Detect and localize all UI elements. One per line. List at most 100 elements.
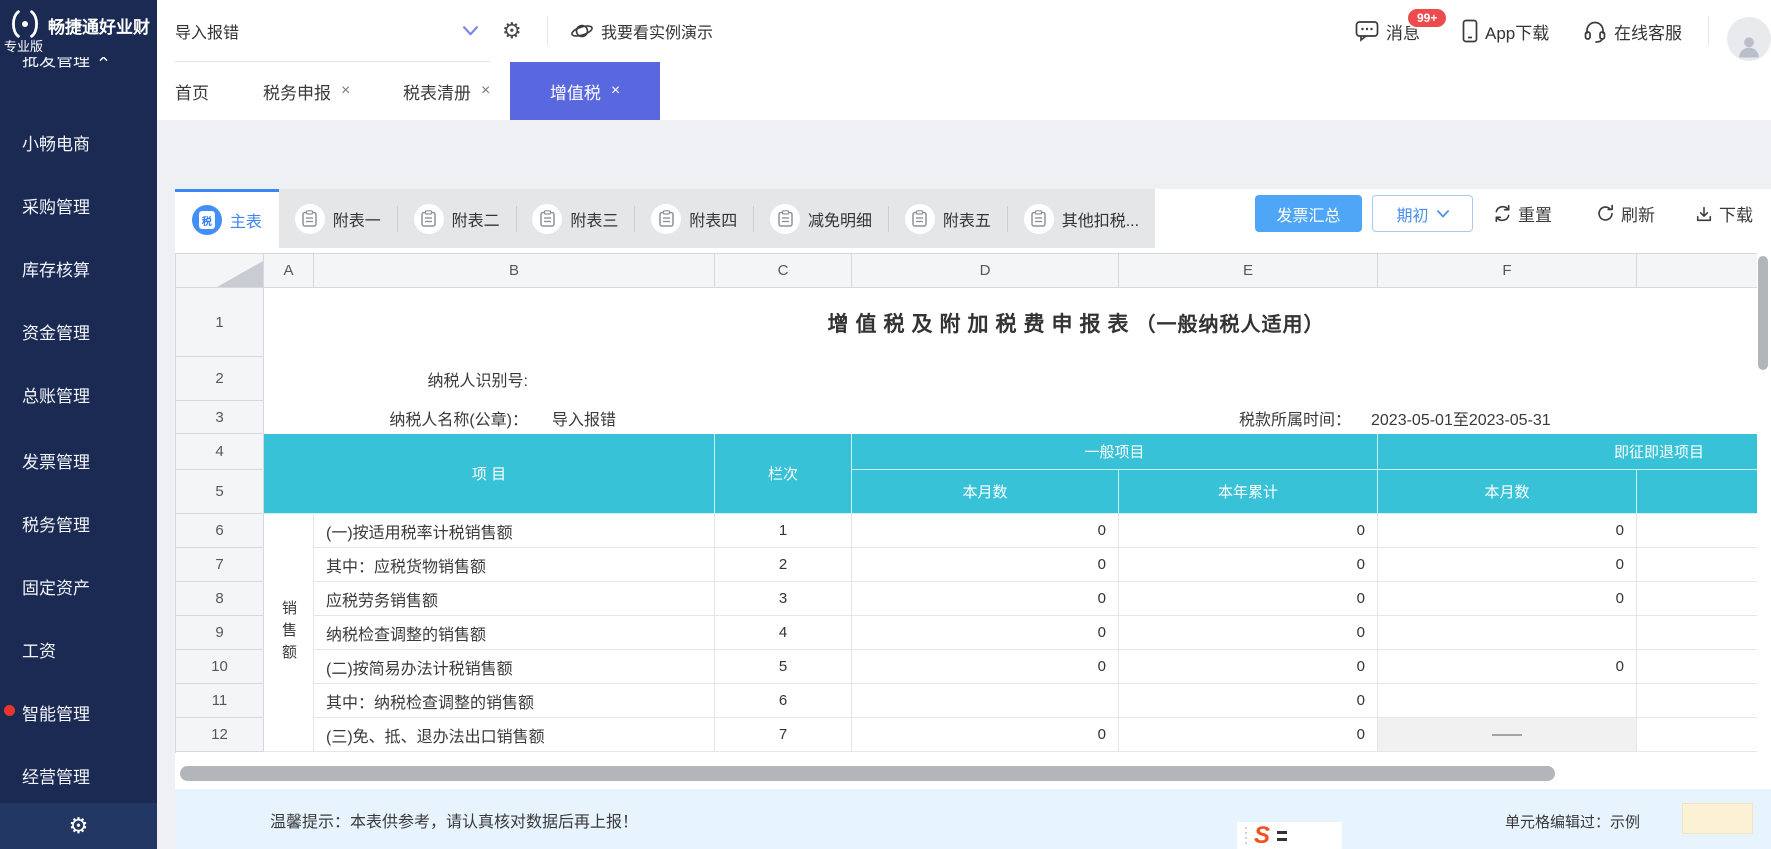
col-header-G[interactable] — [1637, 254, 1757, 288]
header-column-no[interactable]: 栏次 — [715, 434, 852, 514]
download-button[interactable]: 下载 — [1695, 201, 1753, 226]
period-dropdown-button[interactable]: 期初 — [1372, 195, 1473, 232]
sidebar-item-business-mgmt[interactable]: 经营管理 — [22, 763, 90, 788]
cell-value[interactable] — [1637, 582, 1757, 616]
demo-link[interactable]: 我要看实例演示 — [570, 0, 713, 62]
cell-value[interactable]: 0 — [852, 616, 1119, 650]
col-header-C[interactable]: C — [715, 254, 852, 288]
sheet-tab-exemption-detail[interactable]: 减免明细 — [754, 189, 888, 248]
cell-label[interactable]: 其中：纳税检查调整的销售额 — [314, 684, 715, 718]
cell-value[interactable]: 0 — [852, 650, 1119, 684]
cell-lineno[interactable]: 1 — [715, 514, 852, 548]
vertical-scrollbar[interactable] — [1758, 256, 1768, 370]
invoice-summary-button[interactable]: 发票汇总 — [1255, 195, 1362, 232]
row-group-sales[interactable]: 销售额 — [264, 514, 314, 752]
close-icon[interactable] — [611, 82, 620, 100]
row-header-11[interactable]: 11 — [176, 684, 264, 718]
cell-taxpayer-name[interactable]: 纳税人名称(公章)： 导入报错 税款所属时间： 2023-05-01至2023-… — [264, 401, 1757, 434]
cell-value[interactable] — [1637, 684, 1757, 718]
header-general-items[interactable]: 一般项目 — [852, 434, 1378, 470]
tab-tax-declare[interactable]: 税务申报 — [263, 62, 350, 120]
cell-value[interactable] — [1378, 684, 1637, 718]
cell-value[interactable]: 0 — [852, 582, 1119, 616]
cell-value[interactable]: 0 — [852, 548, 1119, 582]
sheet-tab-main[interactable]: 税 主表 — [175, 189, 279, 248]
company-select[interactable]: 导入报错 — [175, 0, 490, 62]
cell-label[interactable]: (一)按适用税率计税销售额 — [314, 514, 715, 548]
header-refund-items[interactable]: 即征即退项目 — [1378, 434, 1757, 470]
col-header-A[interactable]: A — [264, 254, 314, 288]
sidebar-item-ledger[interactable]: 总账管理 — [22, 382, 90, 407]
cell-value-disabled[interactable]: —— — [1378, 718, 1637, 752]
sheet-tab-annex2[interactable]: 附表二 — [398, 189, 516, 248]
header-month-f[interactable]: 本月数 — [1378, 470, 1637, 514]
cell-value[interactable] — [852, 684, 1119, 718]
cell-value[interactable]: 0 — [1119, 514, 1378, 548]
online-service-button[interactable]: 在线客服 — [1583, 0, 1682, 62]
cell-label[interactable]: (二)按简易办法计税销售额 — [314, 650, 715, 684]
tab-vat-active[interactable]: 增值税 — [510, 62, 660, 120]
col-header-F[interactable]: F — [1378, 254, 1637, 288]
cell-value[interactable]: 0 — [1119, 650, 1378, 684]
cell-lineno[interactable]: 5 — [715, 650, 852, 684]
row-header-2[interactable]: 2 — [176, 357, 264, 401]
sheet-tab-annex1[interactable]: 附表一 — [279, 189, 397, 248]
horizontal-scrollbar[interactable] — [180, 766, 1555, 781]
cell-label[interactable]: 纳税检查调整的销售额 — [314, 616, 715, 650]
cell-lineno[interactable]: 7 — [715, 718, 852, 752]
row-header-8[interactable]: 8 — [176, 582, 264, 616]
sidebar-item-ecommerce[interactable]: 小畅电商 — [22, 130, 90, 155]
sidebar-item-fixed-assets[interactable]: 固定资产 — [22, 574, 90, 599]
cell-value[interactable]: 0 — [852, 514, 1119, 548]
cell-value[interactable]: 0 — [1119, 684, 1378, 718]
sheet-tab-annex3[interactable]: 附表三 — [516, 189, 634, 248]
row-header-9[interactable]: 9 — [176, 616, 264, 650]
sidebar-item-payroll[interactable]: 工资 — [22, 637, 56, 662]
cell-value[interactable]: 0 — [1378, 582, 1637, 616]
cell-lineno[interactable]: 2 — [715, 548, 852, 582]
select-all-corner[interactable] — [176, 254, 264, 288]
row-header-7[interactable]: 7 — [176, 548, 264, 582]
tab-home[interactable]: 首页 — [175, 62, 209, 120]
cell-value[interactable]: 0 — [1119, 718, 1378, 752]
cell-taxpayer-id[interactable]: 纳税人识别号: — [264, 357, 1757, 401]
header-month-d[interactable]: 本月数 — [852, 470, 1119, 514]
sidebar-item-invoice[interactable]: 发票管理 — [22, 448, 90, 473]
cell-value[interactable]: 0 — [1378, 650, 1637, 684]
row-header-4[interactable]: 4 — [176, 434, 264, 470]
col-header-D[interactable]: D — [852, 254, 1119, 288]
row-header-6[interactable]: 6 — [176, 514, 264, 548]
cell-label[interactable]: 其中：应税货物销售额 — [314, 548, 715, 582]
refresh-button[interactable]: 刷新 — [1596, 201, 1655, 226]
sheet-tab-annex5[interactable]: 附表五 — [889, 189, 1007, 248]
cell-value[interactable]: 0 — [852, 718, 1119, 752]
cell-value[interactable]: 0 — [1119, 616, 1378, 650]
row-header-5[interactable]: 5 — [176, 470, 264, 514]
cell-value[interactable]: 0 — [1378, 514, 1637, 548]
row-header-10[interactable]: 10 — [176, 650, 264, 684]
cell-value[interactable] — [1637, 514, 1757, 548]
app-download-button[interactable]: App下载 — [1462, 0, 1549, 62]
cell-value[interactable]: 0 — [1119, 582, 1378, 616]
reset-button[interactable]: 重置 — [1493, 201, 1552, 226]
cell-value[interactable] — [1637, 616, 1757, 650]
tab-tax-register[interactable]: 税表清册 — [403, 62, 490, 120]
settings-gear-icon[interactable]: ⚙ — [69, 815, 89, 837]
header-gear-icon[interactable]: ⚙ — [502, 0, 522, 62]
header-ytd-e[interactable]: 本年累计 — [1119, 470, 1378, 514]
sidebar-item-inventory[interactable]: 库存核算 — [22, 256, 90, 281]
cell-value[interactable]: 0 — [1378, 548, 1637, 582]
row-header-3[interactable]: 3 — [176, 401, 264, 434]
cell-value[interactable] — [1378, 616, 1637, 650]
cell-label[interactable]: (三)免、抵、退办法出口销售额 — [314, 718, 715, 752]
cell-lineno[interactable]: 3 — [715, 582, 852, 616]
cell-title[interactable]: 增值税及附加税费申报表 （一般纳税人适用） — [264, 288, 1757, 357]
sheet-tab-annex4[interactable]: 附表四 — [635, 189, 753, 248]
sidebar-item-purchase[interactable]: 采购管理 — [22, 193, 90, 218]
header-item[interactable]: 项 目 — [264, 434, 715, 514]
row-header-1[interactable]: 1 — [176, 288, 264, 357]
cell-value[interactable] — [1637, 718, 1757, 752]
cell-value[interactable] — [1637, 548, 1757, 582]
row-header-12[interactable]: 12 — [176, 718, 264, 752]
cell-lineno[interactable]: 4 — [715, 616, 852, 650]
